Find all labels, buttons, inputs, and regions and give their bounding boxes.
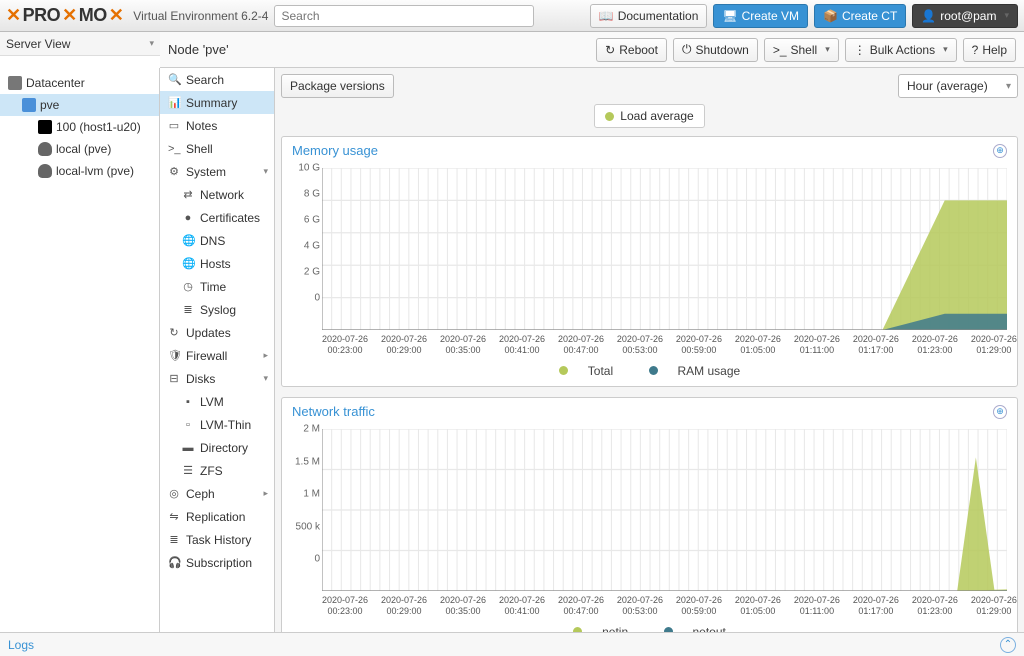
menu-search[interactable]: 🔍Search bbox=[160, 68, 274, 91]
tree-datacenter[interactable]: Datacenter bbox=[0, 72, 159, 94]
tree-view-selector[interactable]: Server View ▾ bbox=[0, 32, 160, 56]
cert-icon: ● bbox=[182, 212, 194, 224]
menu-ceph[interactable]: ◎Ceph▸ bbox=[160, 482, 274, 505]
menu-zfs[interactable]: ☰ZFS bbox=[160, 459, 274, 482]
panel-title: Memory usage bbox=[292, 143, 378, 158]
replication-icon: ⇋ bbox=[168, 510, 180, 523]
network-chart: 0500 k1 M1.5 M2 M bbox=[282, 425, 1017, 595]
globe-icon: 🌐 bbox=[182, 234, 194, 247]
monitor-icon bbox=[38, 120, 52, 134]
ceph-icon: ◎ bbox=[168, 487, 180, 500]
storage-icon bbox=[38, 164, 52, 178]
bulk-actions-button[interactable]: ⋮ Bulk Actions bbox=[845, 38, 957, 62]
menu-subscription[interactable]: 🎧Subscription bbox=[160, 551, 274, 574]
timerange-select[interactable]: Hour (average) bbox=[898, 74, 1018, 98]
menu-updates[interactable]: ↻Updates bbox=[160, 321, 274, 344]
globe-icon: 🌐 bbox=[182, 257, 194, 270]
panel-title: Network traffic bbox=[292, 404, 375, 419]
memory-usage-panel: Memory usage⊕ 02 G4 G6 G8 G10 G 2020-07-… bbox=[281, 136, 1018, 387]
tree-storage-local-lvm[interactable]: local-lvm (pve) bbox=[0, 160, 159, 182]
storage-icon bbox=[38, 142, 52, 156]
list-icon: ≣ bbox=[182, 303, 194, 316]
resource-tree: Datacenter pve 100 (host1-u20) local (pv… bbox=[0, 68, 160, 632]
disk-icon: ⊟ bbox=[168, 372, 180, 385]
network-icon: ⇄ bbox=[182, 188, 194, 201]
server-icon bbox=[22, 98, 36, 112]
zfs-icon: ☰ bbox=[182, 464, 194, 477]
load-average-legend: Load average bbox=[594, 104, 704, 128]
memory-chart: 02 G4 G6 G8 G10 G bbox=[282, 164, 1017, 334]
version-label: Virtual Environment 6.2-4 bbox=[133, 9, 268, 23]
dot-icon bbox=[605, 112, 614, 121]
user-menu[interactable]: 👤 root@pam bbox=[912, 4, 1018, 28]
menu-lvm-thin[interactable]: ▫LVM-Thin bbox=[160, 413, 274, 436]
menu-task-history[interactable]: ≣Task History bbox=[160, 528, 274, 551]
refresh-icon: ↻ bbox=[168, 326, 180, 339]
global-search[interactable] bbox=[274, 5, 534, 27]
menu-hosts[interactable]: 🌐Hosts bbox=[160, 252, 274, 275]
search-input[interactable] bbox=[274, 5, 534, 27]
dot-icon bbox=[559, 366, 568, 375]
expand-logs-icon[interactable]: ⌃ bbox=[1000, 637, 1016, 653]
list-icon: ≣ bbox=[168, 533, 180, 546]
menu-certificates[interactable]: ●Certificates bbox=[160, 206, 274, 229]
menu-notes[interactable]: ▭Notes bbox=[160, 114, 274, 137]
network-legend: netin netout bbox=[282, 617, 1017, 632]
shell-icon: >_ bbox=[168, 143, 180, 155]
tree-node-pve[interactable]: pve bbox=[0, 94, 159, 116]
panel-gear-icon[interactable]: ⊕ bbox=[993, 405, 1007, 419]
note-icon: ▭ bbox=[168, 119, 180, 132]
menu-network[interactable]: ⇄Network bbox=[160, 183, 274, 206]
top-bar: ✕ PRO✕MO✕ Virtual Environment 6.2-4 📖 Do… bbox=[0, 0, 1024, 32]
menu-time[interactable]: ◷Time bbox=[160, 275, 274, 298]
logo-x-icon: ✕ bbox=[6, 5, 21, 26]
help-button[interactable]: ? Help bbox=[963, 38, 1016, 62]
shutdown-button[interactable]: ⏻ Shutdown bbox=[673, 38, 758, 62]
logo-x-icon: ✕ bbox=[62, 5, 77, 26]
block-icon: ▫ bbox=[182, 419, 194, 431]
folder-icon: ▬ bbox=[182, 442, 194, 454]
package-versions-button[interactable]: Package versions bbox=[281, 74, 394, 98]
shell-button[interactable]: >_ Shell bbox=[764, 38, 839, 62]
menu-summary[interactable]: 📊Summary bbox=[160, 91, 274, 114]
reboot-button[interactable]: ↻ Reboot bbox=[596, 38, 667, 62]
menu-replication[interactable]: ⇋Replication bbox=[160, 505, 274, 528]
panel-gear-icon[interactable]: ⊕ bbox=[993, 144, 1007, 158]
support-icon: 🎧 bbox=[168, 556, 180, 569]
clock-icon: ◷ bbox=[182, 280, 194, 293]
node-title: Node 'pve' bbox=[168, 42, 229, 57]
create-vm-button[interactable]: 🖥 Create VM bbox=[713, 4, 808, 28]
memory-legend: Total RAM usage bbox=[282, 356, 1017, 387]
content-pane: Package versions Hour (average) Load ave… bbox=[275, 68, 1024, 632]
menu-firewall[interactable]: 🛡Firewall▸ bbox=[160, 344, 274, 367]
create-ct-button[interactable]: 📦 Create CT bbox=[814, 4, 906, 28]
node-menu: 🔍Search 📊Summary ▭Notes >_Shell ⚙System▾… bbox=[160, 68, 275, 632]
menu-disks[interactable]: ⊟Disks▾ bbox=[160, 367, 274, 390]
documentation-button[interactable]: 📖 Documentation bbox=[590, 4, 708, 28]
menu-system[interactable]: ⚙System▾ bbox=[160, 160, 274, 183]
menu-lvm[interactable]: ▪LVM bbox=[160, 390, 274, 413]
node-toolbar: Node 'pve' ↻ Reboot ⏻ Shutdown >_ Shell … bbox=[160, 32, 1024, 68]
dot-icon bbox=[649, 366, 658, 375]
block-icon: ▪ bbox=[182, 396, 194, 408]
logo: ✕ PRO✕MO✕ bbox=[6, 5, 123, 26]
main-area: Datacenter pve 100 (host1-u20) local (pv… bbox=[0, 68, 1024, 632]
tree-vm-100[interactable]: 100 (host1-u20) bbox=[0, 116, 159, 138]
menu-syslog[interactable]: ≣Syslog bbox=[160, 298, 274, 321]
menu-dns[interactable]: 🌐DNS bbox=[160, 229, 274, 252]
logs-bar[interactable]: Logs ⌃ bbox=[0, 632, 1024, 656]
logo-x-icon: ✕ bbox=[109, 5, 124, 26]
search-icon: 🔍 bbox=[168, 73, 180, 86]
menu-shell[interactable]: >_Shell bbox=[160, 137, 274, 160]
menu-directory[interactable]: ▬Directory bbox=[160, 436, 274, 459]
network-traffic-panel: Network traffic⊕ 0500 k1 M1.5 M2 M 2020-… bbox=[281, 397, 1018, 632]
shield-icon: 🛡 bbox=[168, 349, 180, 362]
gears-icon: ⚙ bbox=[168, 165, 180, 178]
chart-icon: 📊 bbox=[168, 96, 180, 109]
tree-storage-local[interactable]: local (pve) bbox=[0, 138, 159, 160]
datacenter-icon bbox=[8, 76, 22, 90]
